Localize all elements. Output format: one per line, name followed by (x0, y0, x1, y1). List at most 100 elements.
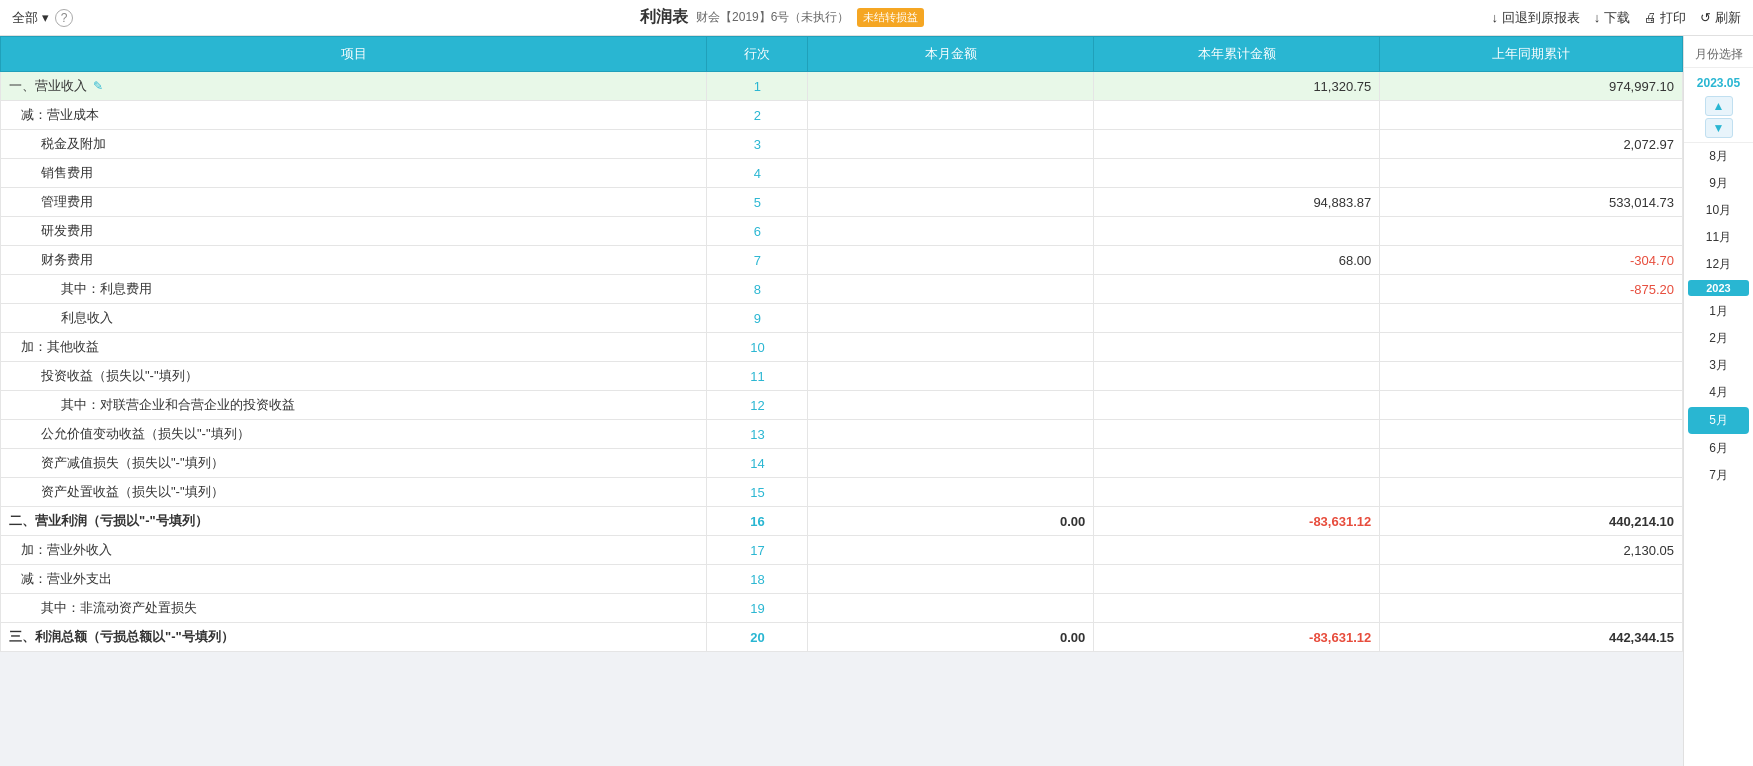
table-row: 其中：利息费用8-875.20 (1, 275, 1683, 304)
cell-item: 三、利润总额（亏损总额以"-"号填列） (1, 623, 707, 652)
cell-prev-amount (1380, 333, 1683, 362)
dropdown-label: 全部 (12, 9, 38, 27)
sidebar-month-item[interactable]: 8月 (1684, 143, 1753, 170)
cell-row-num: 16 (707, 507, 808, 536)
cell-month-amount (808, 594, 1094, 623)
cell-row-num: 3 (707, 130, 808, 159)
cell-item: 公允价值变动收益（损失以"-"填列） (1, 420, 707, 449)
sidebar-month-item[interactable]: 3月 (1684, 352, 1753, 379)
table-row: 研发费用6 (1, 217, 1683, 246)
cell-row-num: 14 (707, 449, 808, 478)
cell-item: 减：营业外支出 (1, 565, 707, 594)
cell-month-amount (808, 449, 1094, 478)
table-row: 加：营业外收入172,130.05 (1, 536, 1683, 565)
cell-row-num: 6 (707, 217, 808, 246)
cell-year-amount: 68.00 (1094, 246, 1380, 275)
cell-month-amount (808, 304, 1094, 333)
btn-download[interactable]: ↓ 下载 (1594, 9, 1630, 27)
cell-year-amount: -83,631.12 (1094, 507, 1380, 536)
table-row: 资产减值损失（损失以"-"填列）14 (1, 449, 1683, 478)
cell-row-num: 1 (707, 72, 808, 101)
col-header-prev: 上年同期累计 (1380, 37, 1683, 72)
cell-month-amount: 0.00 (808, 507, 1094, 536)
nav-up-btn[interactable]: ▲ (1705, 96, 1733, 116)
help-icon[interactable]: ? (55, 9, 73, 27)
cell-item: 财务费用 (1, 246, 707, 275)
cell-month-amount (808, 159, 1094, 188)
nav-arrows: ▲ ▼ (1684, 92, 1753, 143)
cell-item: 研发费用 (1, 217, 707, 246)
sidebar-month-item[interactable]: 10月 (1684, 197, 1753, 224)
sidebar-month-item[interactable]: 1月 (1684, 298, 1753, 325)
table-row: 管理费用594,883.87533,014.73 (1, 188, 1683, 217)
cell-row-num: 20 (707, 623, 808, 652)
cell-month-amount (808, 333, 1094, 362)
cell-prev-amount: 974,997.10 (1380, 72, 1683, 101)
cell-month-amount: 0.00 (808, 623, 1094, 652)
cell-row-num: 10 (707, 333, 808, 362)
cell-year-amount (1094, 362, 1380, 391)
cell-month-amount (808, 362, 1094, 391)
dropdown-select[interactable]: 全部 ▾ (12, 9, 49, 27)
sidebar-month-item[interactable]: 2月 (1684, 325, 1753, 352)
edit-icon[interactable]: ✎ (93, 79, 103, 93)
nav-down-btn[interactable]: ▼ (1705, 118, 1733, 138)
table-row: 财务费用768.00-304.70 (1, 246, 1683, 275)
table-row: 减：营业外支出18 (1, 565, 1683, 594)
cell-month-amount (808, 72, 1094, 101)
cell-year-amount (1094, 565, 1380, 594)
btn-print[interactable]: 🖨 打印 (1644, 9, 1687, 27)
cell-item: 税金及附加 (1, 130, 707, 159)
col-header-item: 项目 (1, 37, 707, 72)
cell-row-num: 2 (707, 101, 808, 130)
sidebar-month-item[interactable]: 12月 (1684, 251, 1753, 278)
cell-item: 二、营业利润（亏损以"-"号填列） (1, 507, 707, 536)
table-row: 二、营业利润（亏损以"-"号填列）160.00-83,631.12440,214… (1, 507, 1683, 536)
cell-item: 其中：对联营企业和合营企业的投资收益 (1, 391, 707, 420)
table-row: 资产处置收益（损失以"-"填列）15 (1, 478, 1683, 507)
cell-month-amount (808, 391, 1094, 420)
cell-month-amount (808, 565, 1094, 594)
cell-prev-amount (1380, 594, 1683, 623)
cell-month-amount (808, 478, 1094, 507)
sidebar-month-item[interactable]: 11月 (1684, 224, 1753, 251)
cell-prev-amount (1380, 449, 1683, 478)
cell-prev-amount (1380, 362, 1683, 391)
btn-refresh[interactable]: ↺ 刷新 (1700, 9, 1741, 27)
table-row: 利息收入9 (1, 304, 1683, 333)
cell-year-amount (1094, 217, 1380, 246)
cell-item: 减：营业成本 (1, 101, 707, 130)
sidebar-month-item[interactable]: 5月 (1688, 407, 1749, 434)
cell-row-num: 8 (707, 275, 808, 304)
cell-year-amount (1094, 594, 1380, 623)
cell-prev-amount (1380, 420, 1683, 449)
sidebar-month-item[interactable]: 4月 (1684, 379, 1753, 406)
col-header-month: 本月金额 (808, 37, 1094, 72)
chevron-down-icon: ▾ (42, 10, 49, 25)
cell-prev-amount (1380, 565, 1683, 594)
cell-year-amount (1094, 536, 1380, 565)
cell-month-amount (808, 130, 1094, 159)
table-row: 税金及附加32,072.97 (1, 130, 1683, 159)
cell-month-amount (808, 188, 1094, 217)
cell-item: 其中：非流动资产处置损失 (1, 594, 707, 623)
cell-prev-amount (1380, 391, 1683, 420)
cell-year-amount (1094, 420, 1380, 449)
cell-row-num: 19 (707, 594, 808, 623)
cell-prev-amount (1380, 217, 1683, 246)
table-row: 投资收益（损失以"-"填列）11 (1, 362, 1683, 391)
sidebar-year-display: 2023.05 (1697, 72, 1740, 92)
sidebar-month-item[interactable]: 9月 (1684, 170, 1753, 197)
cell-item: 管理费用 (1, 188, 707, 217)
btn-back[interactable]: ↓ 回退到原报表 (1492, 9, 1580, 27)
col-header-row: 行次 (707, 37, 808, 72)
subtitle: 财会【2019】6号（未执行） (696, 9, 849, 26)
cell-prev-amount (1380, 304, 1683, 333)
table-row: 销售费用4 (1, 159, 1683, 188)
cell-item: 加：其他收益 (1, 333, 707, 362)
table-row: 其中：对联营企业和合营企业的投资收益12 (1, 391, 1683, 420)
cell-year-amount (1094, 130, 1380, 159)
sidebar-month-item[interactable]: 7月 (1684, 462, 1753, 489)
sidebar-month-item[interactable]: 6月 (1684, 435, 1753, 462)
sidebar-year-badge[interactable]: 2023 (1688, 280, 1749, 296)
